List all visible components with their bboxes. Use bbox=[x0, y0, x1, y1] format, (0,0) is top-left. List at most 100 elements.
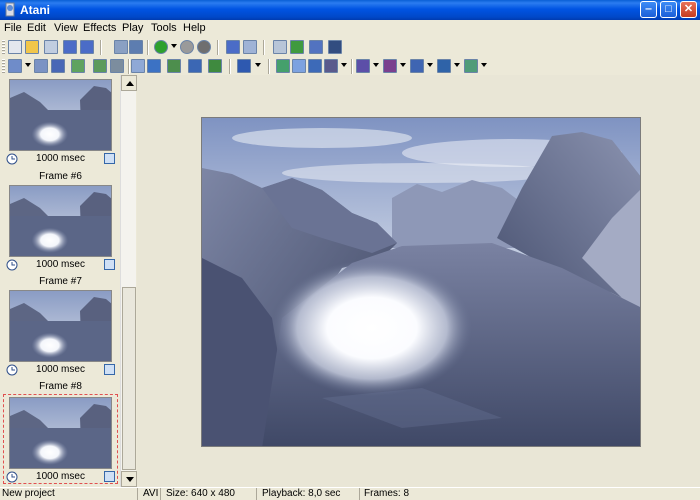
frame-properties-icon[interactable] bbox=[104, 471, 115, 482]
toolbar-grip[interactable] bbox=[2, 59, 5, 74]
menu-edit[interactable]: Edit bbox=[27, 22, 46, 34]
play-dropdown-icon[interactable] bbox=[171, 44, 177, 48]
monitor-icon[interactable] bbox=[309, 40, 323, 54]
frame-timing-icon[interactable] bbox=[131, 59, 145, 73]
menu-file[interactable]: File bbox=[4, 22, 22, 34]
insert-frame-icon[interactable] bbox=[34, 59, 48, 73]
menu-play[interactable]: Play bbox=[122, 22, 143, 34]
find-icon[interactable] bbox=[273, 40, 287, 54]
status-format: AVI bbox=[143, 488, 159, 499]
new-project-icon[interactable] bbox=[8, 40, 22, 54]
status-size: Size: 640 x 480 bbox=[166, 488, 235, 499]
status-divider bbox=[160, 488, 161, 500]
frame-list-scrollbar[interactable] bbox=[120, 75, 137, 487]
color-adjust-dropdown-icon[interactable] bbox=[373, 63, 379, 67]
menu-effects[interactable]: Effects bbox=[83, 22, 116, 34]
transform-dropdown-icon[interactable] bbox=[341, 63, 347, 67]
align-icon[interactable] bbox=[276, 59, 290, 73]
frame-footer: 1000 msec bbox=[3, 470, 118, 484]
stop-icon[interactable] bbox=[197, 40, 211, 54]
frame-properties-icon[interactable] bbox=[104, 259, 115, 270]
menu-view[interactable]: View bbox=[54, 22, 78, 34]
frame-grid-icon[interactable] bbox=[147, 59, 161, 73]
color-adjust-icon[interactable] bbox=[356, 59, 370, 73]
move-up-icon[interactable] bbox=[93, 59, 107, 73]
frame-effect-icon[interactable] bbox=[167, 59, 181, 73]
open-project-icon[interactable] bbox=[25, 40, 39, 54]
save-as-icon[interactable] bbox=[80, 40, 94, 54]
maximize-button[interactable]: □ bbox=[660, 1, 677, 18]
frame-label: Frame #8 bbox=[39, 381, 82, 392]
canvas-area bbox=[137, 75, 700, 487]
lock-icon[interactable] bbox=[290, 40, 304, 54]
frame-properties-icon[interactable] bbox=[104, 364, 115, 375]
play-icon[interactable] bbox=[154, 40, 168, 54]
status-divider bbox=[256, 488, 257, 500]
frame-export-icon[interactable] bbox=[208, 59, 222, 73]
duplicate-frame-icon[interactable] bbox=[71, 59, 85, 73]
close-button[interactable]: ✕ bbox=[680, 1, 697, 18]
move-down-icon[interactable] bbox=[110, 59, 124, 73]
toolbar-separator bbox=[147, 40, 149, 55]
add-frame-dropdown-icon[interactable] bbox=[25, 63, 31, 67]
frame-toolbar bbox=[0, 57, 700, 76]
toolbar-separator bbox=[229, 59, 231, 74]
text-dropdown-icon[interactable] bbox=[427, 63, 433, 67]
filter-icon[interactable] bbox=[383, 59, 397, 73]
settings-icon[interactable] bbox=[129, 40, 143, 54]
minimize-button[interactable]: ‒ bbox=[640, 1, 657, 18]
transition-icon[interactable] bbox=[464, 59, 478, 73]
toolbar-separator bbox=[128, 59, 130, 74]
frame-properties-icon[interactable] bbox=[104, 153, 115, 164]
frame-thumbnail[interactable] bbox=[9, 290, 112, 362]
toolbar-grip[interactable] bbox=[2, 40, 5, 55]
frame-label: Frame #7 bbox=[39, 276, 82, 287]
layout-dropdown-icon[interactable] bbox=[255, 63, 261, 67]
frame-thumbnail[interactable] bbox=[9, 79, 112, 151]
filter-dropdown-icon[interactable] bbox=[400, 63, 406, 67]
text-icon[interactable] bbox=[410, 59, 424, 73]
frame-duration: 1000 msec bbox=[36, 364, 85, 375]
frame-panel: 1000 msec Frame #6 1000 msec Frame #7 10… bbox=[0, 75, 137, 487]
overlay-icon[interactable] bbox=[437, 59, 451, 73]
copy-icon[interactable] bbox=[243, 40, 257, 54]
frame-thumbnail[interactable] bbox=[9, 185, 112, 257]
scroll-up-button[interactable] bbox=[121, 75, 137, 91]
toolbar-separator bbox=[263, 40, 265, 55]
window-title: Atani bbox=[20, 3, 50, 17]
export-icon[interactable] bbox=[114, 40, 128, 54]
disk-icon[interactable] bbox=[226, 40, 240, 54]
frame-footer: 1000 msec bbox=[3, 363, 118, 377]
menu-help[interactable]: Help bbox=[183, 22, 206, 34]
frame-duration: 1000 msec bbox=[36, 471, 85, 482]
toolbar-separator bbox=[217, 40, 219, 55]
overlay-dropdown-icon[interactable] bbox=[454, 63, 460, 67]
status-divider bbox=[359, 488, 360, 500]
frame-footer: 1000 msec bbox=[3, 258, 118, 272]
crop-icon[interactable] bbox=[308, 59, 322, 73]
import-icon[interactable] bbox=[44, 40, 58, 54]
frame-duration: 1000 msec bbox=[36, 259, 85, 270]
layout-icon[interactable] bbox=[237, 59, 251, 73]
frame-duration: 1000 msec bbox=[36, 153, 85, 164]
frame-thumbnail-image bbox=[10, 398, 111, 468]
title-bar: Atani ‒ □ ✕ bbox=[0, 0, 700, 20]
image-icon[interactable] bbox=[328, 40, 342, 54]
preview-image bbox=[202, 118, 640, 446]
status-divider bbox=[137, 488, 138, 500]
transition-dropdown-icon[interactable] bbox=[481, 63, 487, 67]
status-bar: New project AVI Size: 640 x 480 Playback… bbox=[0, 487, 700, 500]
scroll-thumb[interactable] bbox=[122, 287, 136, 470]
delete-frame-icon[interactable] bbox=[51, 59, 65, 73]
resize-icon[interactable] bbox=[292, 59, 306, 73]
frame-edit-icon[interactable] bbox=[188, 59, 202, 73]
scroll-down-button[interactable] bbox=[121, 471, 137, 487]
frame-preview[interactable] bbox=[201, 117, 641, 447]
save-icon[interactable] bbox=[63, 40, 77, 54]
frame-thumbnail[interactable] bbox=[9, 397, 112, 469]
status-playback: Playback: 8,0 sec bbox=[262, 488, 341, 499]
pause-icon[interactable] bbox=[180, 40, 194, 54]
add-frame-icon[interactable] bbox=[8, 59, 22, 73]
transform-icon[interactable] bbox=[324, 59, 338, 73]
menu-tools[interactable]: Tools bbox=[151, 22, 177, 34]
